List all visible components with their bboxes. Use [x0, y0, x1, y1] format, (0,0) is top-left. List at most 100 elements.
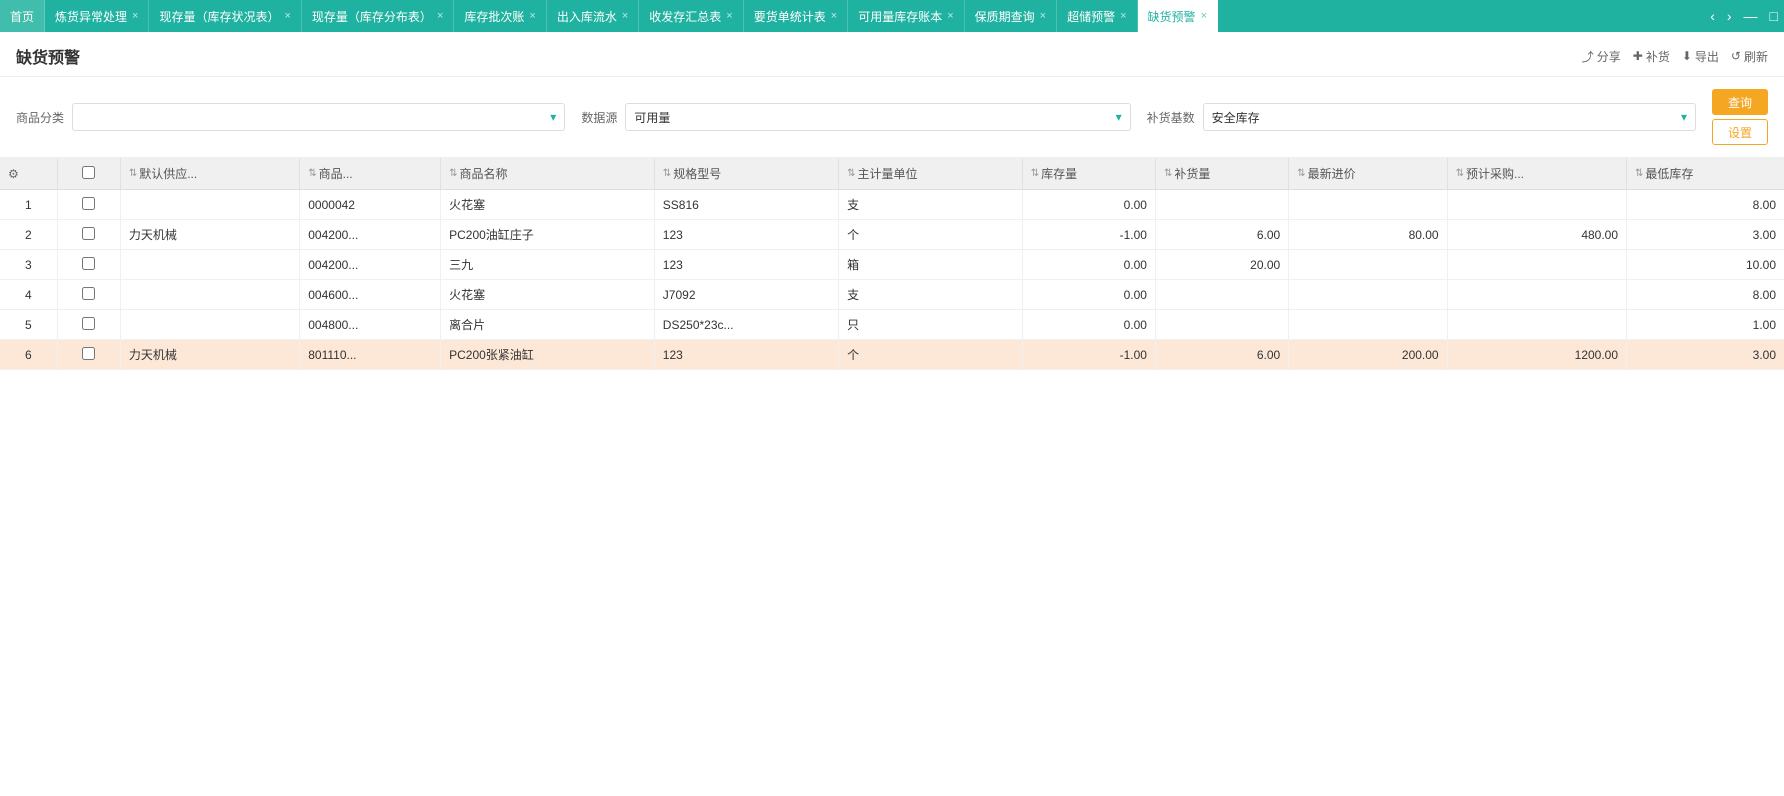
table-row: 5 004800... 离合片 DS250*23c... 只 0.00 1.00 — [0, 310, 1784, 340]
th-spec: ⇅ 规格型号 — [654, 158, 838, 190]
replenish-button[interactable]: ✚ 补货 — [1633, 48, 1670, 65]
category-select[interactable]: ▾ — [72, 103, 565, 131]
cell-replenish — [1155, 310, 1288, 340]
tab-shortage[interactable]: 缺货预警 × — [1138, 0, 1218, 32]
tab-order-stats[interactable]: 要货单统计表 × — [744, 0, 848, 32]
page-header: 缺货预警 ⤴ 分享 ✚ 补货 ⬇ 导出 ↺ 刷新 — [0, 32, 1784, 77]
tab-label: 可用量库存账本 — [858, 8, 942, 25]
select-all-checkbox[interactable] — [82, 166, 95, 179]
cell-supplier — [120, 250, 299, 280]
replenish-base-arrow-icon: ▾ — [1681, 110, 1687, 124]
cell-min-stock: 8.00 — [1627, 190, 1784, 220]
replenish-base-value: 安全库存 — [1212, 109, 1260, 126]
filter-actions: 查询 设置 — [1712, 89, 1768, 145]
cell-latest-price — [1289, 280, 1447, 310]
refresh-button[interactable]: ↺ 刷新 — [1731, 48, 1768, 65]
gear-icon[interactable]: ⚙ — [8, 167, 19, 181]
table-header-row: ⚙ ⇅ 默认供应... ⇅ 商品... — [0, 158, 1784, 190]
tab-label: 要货单统计表 — [754, 8, 826, 25]
cell-unit: 箱 — [839, 250, 1023, 280]
row-checkbox-cell — [57, 280, 120, 310]
table-body: 1 0000042 火花塞 SS816 支 0.00 8.00 2 力天机械 0… — [0, 190, 1784, 370]
cell-latest-price — [1289, 250, 1447, 280]
row-checkbox[interactable] — [82, 317, 95, 330]
category-label: 商品分类 — [16, 109, 64, 126]
tab-close-icon[interactable]: × — [622, 10, 628, 22]
datasource-select[interactable]: 可用量 ▾ — [625, 103, 1130, 131]
tab-next-button[interactable]: › — [1721, 8, 1738, 24]
cell-unit: 支 — [839, 190, 1023, 220]
row-checkbox[interactable] — [82, 287, 95, 300]
tab-overstock[interactable]: 超储预警 × — [1057, 0, 1137, 32]
tab-close-icon[interactable]: × — [132, 10, 138, 22]
tab-maximize-button[interactable]: □ — [1764, 8, 1784, 24]
th-product-name: ⇅ 商品名称 — [441, 158, 655, 190]
sort-icon: ⇅ — [1456, 168, 1464, 179]
query-button[interactable]: 查询 — [1712, 89, 1768, 115]
row-checkbox-cell — [57, 190, 120, 220]
table-row: 1 0000042 火花塞 SS816 支 0.00 8.00 — [0, 190, 1784, 220]
table-wrapper: ⚙ ⇅ 默认供应... ⇅ 商品... — [0, 158, 1784, 370]
cell-product-code: 004800... — [300, 310, 441, 340]
tab-close-icon[interactable]: × — [1120, 10, 1126, 22]
row-checkbox[interactable] — [82, 227, 95, 240]
tab-label: 炼货异常处理 — [55, 8, 127, 25]
tab-close-icon[interactable]: × — [726, 10, 732, 22]
tab-collect-summary[interactable]: 收发存汇总表 × — [639, 0, 743, 32]
datasource-label: 数据源 — [581, 109, 617, 126]
category-arrow-icon: ▾ — [550, 110, 556, 124]
table-row: 2 力天机械 004200... PC200油缸庄子 123 个 -1.00 6… — [0, 220, 1784, 250]
tab-batch-account[interactable]: 库存批次账 × — [454, 0, 546, 32]
tab-inout-flow[interactable]: 出入库流水 × — [547, 0, 639, 32]
tab-minimize-button[interactable]: — — [1738, 8, 1764, 24]
cell-stock: 0.00 — [1022, 310, 1155, 340]
page-title: 缺货预警 — [16, 44, 1582, 68]
th-spec-label: 规格型号 — [673, 165, 721, 182]
cell-est-purchase: 1200.00 — [1447, 340, 1626, 370]
page-container: 缺货预警 ⤴ 分享 ✚ 补货 ⬇ 导出 ↺ 刷新 商品分类 — [0, 32, 1784, 796]
cell-est-purchase — [1447, 310, 1626, 340]
replenish-base-select[interactable]: 安全库存 ▾ — [1203, 103, 1696, 131]
th-settings: ⚙ — [0, 158, 57, 190]
cell-spec: 123 — [654, 220, 838, 250]
cell-min-stock: 8.00 — [1627, 280, 1784, 310]
tab-close-icon[interactable]: × — [437, 10, 443, 22]
tab-bar: 首页 炼货异常处理 × 现存量（库存状况表） × 现存量（库存分布表） × 库存… — [0, 0, 1784, 32]
cell-product-code: 004200... — [300, 250, 441, 280]
cell-min-stock: 1.00 — [1627, 310, 1784, 340]
cell-unit: 支 — [839, 280, 1023, 310]
th-stock: ⇅ 库存量 — [1022, 158, 1155, 190]
tab-inventory-dist[interactable]: 现存量（库存分布表） × — [302, 0, 454, 32]
tab-abnormal[interactable]: 炼货异常处理 × — [45, 0, 149, 32]
tab-label: 现存量（库存状况表） — [159, 8, 279, 25]
tab-close-icon[interactable]: × — [1040, 10, 1046, 22]
tab-label: 现存量（库存分布表） — [312, 8, 432, 25]
replenish-label: 补货 — [1646, 48, 1670, 65]
tab-close-icon[interactable]: × — [284, 10, 290, 22]
cell-product-name: PC200张紧油缸 — [441, 340, 655, 370]
cell-unit: 只 — [839, 310, 1023, 340]
refresh-label: 刷新 — [1744, 48, 1768, 65]
row-checkbox-cell — [57, 340, 120, 370]
tab-close-icon[interactable]: × — [831, 10, 837, 22]
cell-replenish: 6.00 — [1155, 220, 1288, 250]
tab-close-icon[interactable]: × — [947, 10, 953, 22]
tab-close-icon[interactable]: × — [529, 10, 535, 22]
tab-prev-button[interactable]: ‹ — [1704, 8, 1721, 24]
tab-inventory-status[interactable]: 现存量（库存状况表） × — [149, 0, 301, 32]
tab-home[interactable]: 首页 — [0, 0, 45, 32]
tab-close-icon[interactable]: × — [1201, 10, 1207, 22]
cell-latest-price: 80.00 — [1289, 220, 1447, 250]
row-checkbox[interactable] — [82, 347, 95, 360]
tab-available-ledger[interactable]: 可用量库存账本 × — [848, 0, 964, 32]
cell-replenish: 6.00 — [1155, 340, 1288, 370]
settings-button[interactable]: 设置 — [1712, 119, 1768, 145]
share-button[interactable]: ⤴ 分享 — [1582, 48, 1621, 65]
export-button[interactable]: ⬇ 导出 — [1682, 48, 1719, 65]
cell-product-name: 火花塞 — [441, 190, 655, 220]
replenish-base-filter: 补货基数 安全库存 ▾ — [1147, 103, 1696, 131]
tab-expiry-query[interactable]: 保质期查询 × — [965, 0, 1057, 32]
row-checkbox[interactable] — [82, 257, 95, 270]
row-checkbox[interactable] — [82, 197, 95, 210]
row-num: 2 — [0, 220, 57, 250]
